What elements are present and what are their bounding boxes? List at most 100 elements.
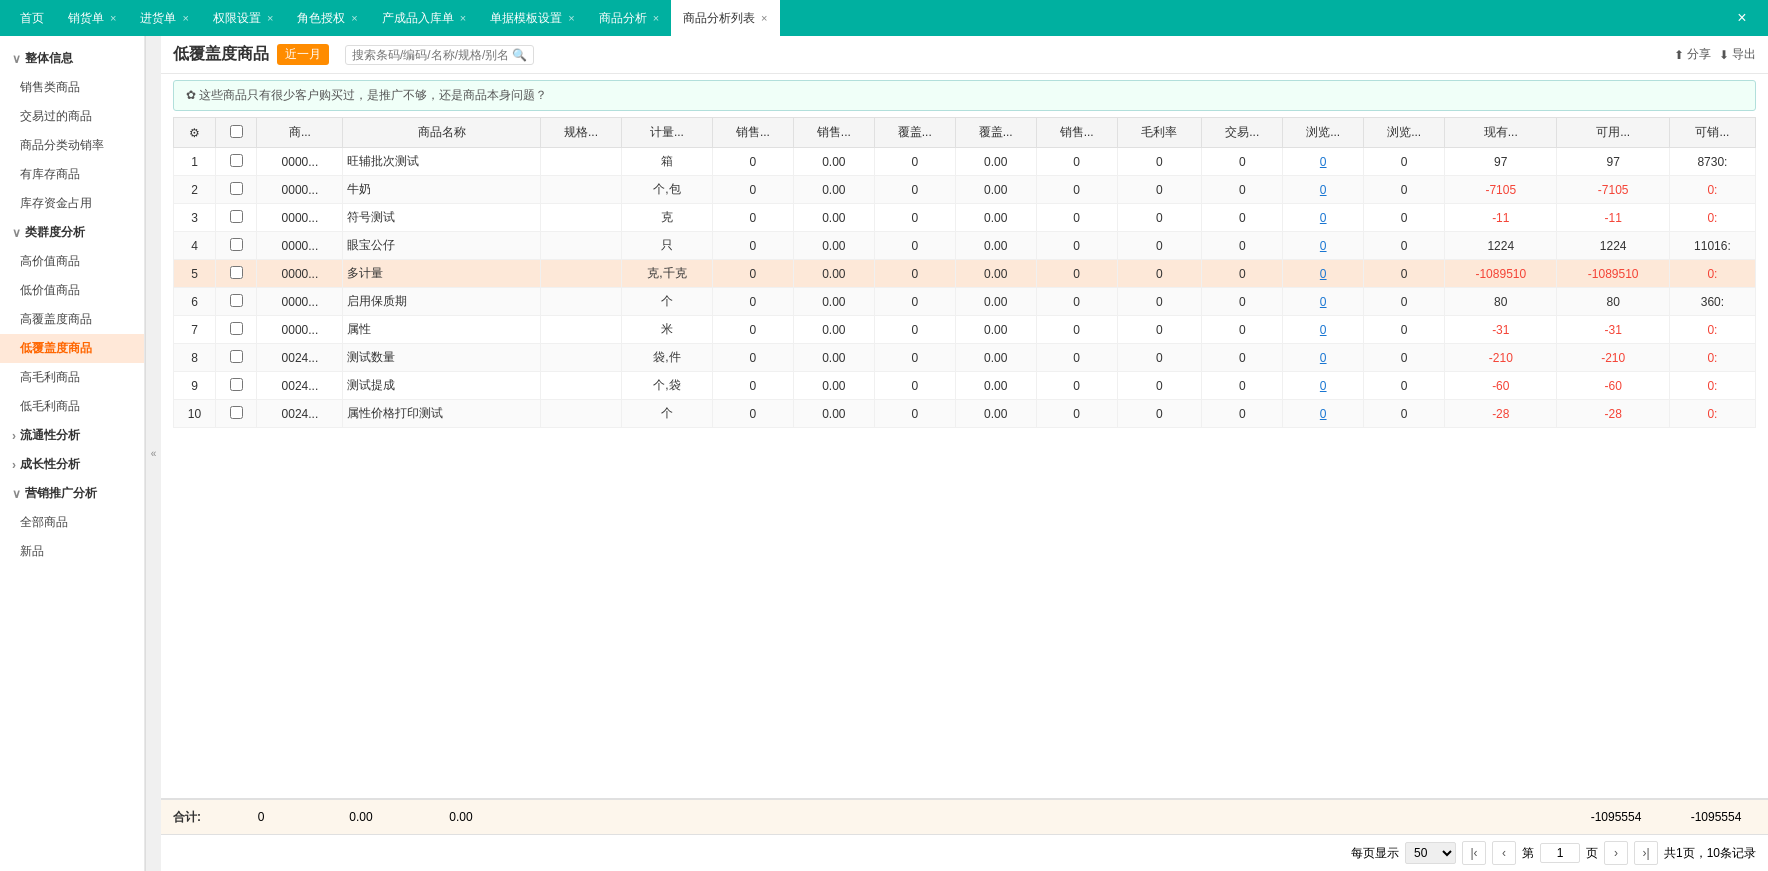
sidebar-section-overall[interactable]: ∨ 整体信息 [0,44,144,73]
col-current[interactable]: 现有... [1445,118,1557,148]
col-trade[interactable]: 交易... [1202,118,1283,148]
browse-link[interactable]: 0 [1320,155,1327,169]
nav-template-settings[interactable]: 单据模板设置 × [478,0,586,36]
search-icon[interactable]: 🔍 [512,48,527,62]
row-checkbox[interactable] [230,378,243,391]
sidebar-collapse-button[interactable]: « [145,36,161,871]
browse-link[interactable]: 0 [1320,351,1327,365]
sidebar-item-in-stock[interactable]: 有库存商品 [0,160,144,189]
nav-sales[interactable]: 销货单 × [56,0,128,36]
row-browse1[interactable]: 0 [1283,204,1364,232]
browse-link[interactable]: 0 [1320,239,1327,253]
sidebar-item-low-margin[interactable]: 低毛利商品 [0,392,144,421]
col-sales3[interactable]: 销售... [1036,118,1117,148]
row-checkbox[interactable] [230,182,243,195]
col-unit[interactable]: 计量... [621,118,712,148]
sidebar-section-circulation[interactable]: › 流通性分析 [0,421,144,450]
nav-home[interactable]: 首页 [8,0,56,36]
row-checkbox[interactable] [230,154,243,167]
browse-link[interactable]: 0 [1320,267,1327,281]
table-wrapper[interactable]: ⚙ 商... 商品名称 规格... 计量... 销售... 销售... 覆盖..… [161,117,1768,798]
browse-link[interactable]: 0 [1320,295,1327,309]
sidebar-item-high-value[interactable]: 高价值商品 [0,247,144,276]
page-number-input[interactable] [1540,843,1580,863]
row-check[interactable] [216,148,257,176]
nav-goods-analysis[interactable]: 商品分析 × [587,0,671,36]
col-spec[interactable]: 规格... [541,118,622,148]
browse-link[interactable]: 0 [1320,183,1327,197]
nav-permissions[interactable]: 权限设置 × [201,0,285,36]
row-check[interactable] [216,372,257,400]
close-icon[interactable]: × [761,12,767,24]
col-margin[interactable]: 毛利率 [1117,118,1202,148]
row-checkbox[interactable] [230,266,243,279]
sidebar-item-capital[interactable]: 库存资金占用 [0,189,144,218]
row-check[interactable] [216,232,257,260]
col-sellable[interactable]: 可销... [1669,118,1755,148]
row-checkbox[interactable] [230,294,243,307]
row-check[interactable] [216,400,257,428]
close-icon[interactable]: × [110,12,116,24]
per-page-select[interactable]: 50 10 20 100 [1405,842,1456,864]
browse-link[interactable]: 0 [1320,379,1327,393]
close-icon[interactable]: × [568,12,574,24]
sidebar-item-high-margin[interactable]: 高毛利商品 [0,363,144,392]
close-icon[interactable]: × [460,12,466,24]
row-check[interactable] [216,344,257,372]
row-checkbox[interactable] [230,238,243,251]
share-button[interactable]: ⬆ 分享 [1674,46,1711,63]
nav-finished-goods[interactable]: 产成品入库单 × [370,0,478,36]
col-sales-amt[interactable]: 销售... [793,118,874,148]
nav-purchase[interactable]: 进货单 × [128,0,200,36]
row-browse1[interactable]: 0 [1283,400,1364,428]
sidebar-item-sales-goods[interactable]: 销售类商品 [0,73,144,102]
prev-page-button[interactable]: ‹ [1492,841,1516,865]
row-checkbox[interactable] [230,406,243,419]
close-icon[interactable]: × [182,12,188,24]
browse-link[interactable]: 0 [1320,323,1327,337]
sidebar-item-high-coverage[interactable]: 高覆盖度商品 [0,305,144,334]
browse-link[interactable]: 0 [1320,211,1327,225]
row-check[interactable] [216,176,257,204]
row-browse1[interactable]: 0 [1283,288,1364,316]
nav-roles[interactable]: 角色授权 × [285,0,369,36]
row-check[interactable] [216,316,257,344]
col-code[interactable]: 商... [257,118,343,148]
col-available[interactable]: 可用... [1557,118,1669,148]
row-check[interactable] [216,288,257,316]
sidebar-item-traded-goods[interactable]: 交易过的商品 [0,102,144,131]
row-browse1[interactable]: 0 [1283,232,1364,260]
last-page-button[interactable]: ›| [1634,841,1658,865]
sidebar-item-low-value[interactable]: 低价值商品 [0,276,144,305]
browse-link[interactable]: 0 [1320,407,1327,421]
sidebar-item-new-goods[interactable]: 新品 [0,537,144,566]
first-page-button[interactable]: |‹ [1462,841,1486,865]
sidebar-item-category-rate[interactable]: 商品分类动销率 [0,131,144,160]
col-cover1[interactable]: 覆盖... [874,118,955,148]
row-browse1[interactable]: 0 [1283,372,1364,400]
row-checkbox[interactable] [230,322,243,335]
export-button[interactable]: ⬇ 导出 [1719,46,1756,63]
sidebar-section-growth[interactable]: › 成长性分析 [0,450,144,479]
row-checkbox[interactable] [230,350,243,363]
close-icon[interactable]: × [267,12,273,24]
window-close-button[interactable]: × [1724,0,1760,36]
col-sales-qty[interactable]: 销售... [712,118,793,148]
row-browse1[interactable]: 0 [1283,176,1364,204]
sidebar-section-marketing[interactable]: ∨ 营销推广分析 [0,479,144,508]
col-checkbox[interactable] [216,118,257,148]
search-input[interactable] [352,48,512,62]
sidebar-item-low-coverage[interactable]: 低覆盖度商品 [0,334,144,363]
row-browse1[interactable]: 0 [1283,316,1364,344]
col-browse1[interactable]: 浏览... [1283,118,1364,148]
time-filter-button[interactable]: 近一月 [277,44,329,65]
row-browse1[interactable]: 0 [1283,148,1364,176]
select-all-checkbox[interactable] [230,125,243,138]
row-check[interactable] [216,260,257,288]
sidebar-item-all-goods[interactable]: 全部商品 [0,508,144,537]
close-icon[interactable]: × [653,12,659,24]
col-cover2[interactable]: 覆盖... [955,118,1036,148]
col-settings[interactable]: ⚙ [174,118,216,148]
col-name[interactable]: 商品名称 [343,118,541,148]
row-browse1[interactable]: 0 [1283,260,1364,288]
